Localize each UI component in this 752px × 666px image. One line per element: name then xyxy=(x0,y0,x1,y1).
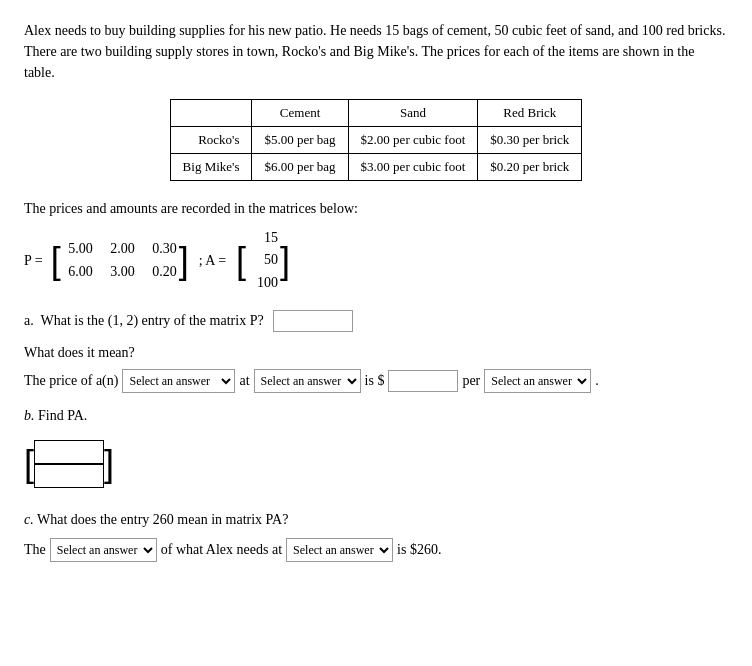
part-a-question1: a. What is the (1, 2) entry of the matri… xyxy=(24,310,728,332)
A-31: 100 xyxy=(248,272,278,294)
part-b: b. Find PA. [ ] xyxy=(24,405,728,504)
part-c-middle: of what Alex needs at xyxy=(161,542,282,558)
bigmikes-brick: $0.20 per brick xyxy=(478,154,582,181)
matrix-A-row1: 15 xyxy=(248,227,278,249)
part-c-label: c. xyxy=(24,512,34,527)
header-redbrick: Red Brick xyxy=(478,100,582,127)
select-item-type[interactable]: Select an answer bag of cement cubic foo… xyxy=(122,369,235,393)
rockos-sand: $2.00 per cubic foot xyxy=(348,127,478,154)
part-b-label: b. xyxy=(24,408,35,423)
price-table: Cement Sand Red Brick Rocko's $5.00 per … xyxy=(170,99,583,181)
P-12: 2.00 xyxy=(105,238,135,260)
part-c-answer-row: The Select an answer total cost price am… xyxy=(24,538,728,562)
part-c: c. What does the entry 260 mean in matri… xyxy=(24,512,728,562)
part-a-answer-row: The price of a(n) Select an answer bag o… xyxy=(24,369,728,393)
header-sand: Sand xyxy=(348,100,478,127)
select-unit[interactable]: Select an answer bag cubic foot brick xyxy=(484,369,591,393)
store-rockos: Rocko's xyxy=(170,127,252,154)
answer-period: . xyxy=(595,373,599,389)
answer-at: at xyxy=(239,373,249,389)
answer-is: is $ xyxy=(365,373,385,389)
bracket-left-A: [ xyxy=(236,243,246,279)
matrices-intro: The prices and amounts are recorded in t… xyxy=(24,201,728,217)
part-a-answer-input[interactable] xyxy=(273,310,353,332)
A-11: 15 xyxy=(248,227,278,249)
bracket-right-A: ] xyxy=(280,243,290,279)
part-b-question: b. Find PA. xyxy=(24,405,728,426)
P-22: 3.00 xyxy=(105,261,135,283)
part-a-label: a. xyxy=(24,313,34,328)
select-store-c[interactable]: Select an answer Rocko's Big Mike's xyxy=(286,538,393,562)
matrix-A-row2: 50 xyxy=(248,249,278,271)
pa-row2 xyxy=(34,464,104,488)
pa-content xyxy=(34,440,104,488)
rockos-brick: $0.30 per brick xyxy=(478,127,582,154)
bigmikes-cement: $6.00 per bag xyxy=(252,154,348,181)
P-11: 5.00 xyxy=(63,238,93,260)
part-c-suffix: is $260. xyxy=(397,542,441,558)
answer-prefix: The price of a(n) xyxy=(24,373,118,389)
matrix-display: P = [ 5.00 2.00 0.30 6.00 3.00 0.20 ] ; … xyxy=(24,227,728,294)
bracket-right-pa: ] xyxy=(104,446,114,482)
P-21: 6.00 xyxy=(63,261,93,283)
select-cost-type[interactable]: Select an answer total cost price amount xyxy=(50,538,157,562)
bigmikes-sand: $3.00 per cubic foot xyxy=(348,154,478,181)
intro-paragraph: Alex needs to buy building supplies for … xyxy=(24,20,728,83)
matrix-P-row1: 5.00 2.00 0.30 xyxy=(63,238,177,260)
A-21: 50 xyxy=(248,249,278,271)
part-a-price-input[interactable] xyxy=(388,370,458,392)
select-store[interactable]: Select an answer Rocko's Big Mike's xyxy=(254,369,361,393)
matrix-P: [ 5.00 2.00 0.30 6.00 3.00 0.20 ] xyxy=(51,238,189,283)
matrix-P-content: 5.00 2.00 0.30 6.00 3.00 0.20 xyxy=(63,238,177,283)
part-c-question: c. What does the entry 260 mean in matri… xyxy=(24,512,728,528)
matrix-A-label: ; A = xyxy=(199,253,226,269)
pa-matrix: [ ] xyxy=(24,440,114,488)
P-13: 0.30 xyxy=(147,238,177,260)
bracket-right-P: ] xyxy=(179,243,189,279)
matrix-A: [ 15 50 100 ] xyxy=(236,227,290,294)
pa-row1 xyxy=(34,440,104,464)
matrix-A-content: 15 50 100 xyxy=(248,227,278,294)
part-a: a. What is the (1, 2) entry of the matri… xyxy=(24,310,728,393)
rockos-cement: $5.00 per bag xyxy=(252,127,348,154)
part-c-prefix: The xyxy=(24,542,46,558)
matrix-A-row3: 100 xyxy=(248,272,278,294)
pa-cell-11[interactable] xyxy=(34,440,104,464)
bracket-left-pa: [ xyxy=(24,446,34,482)
store-bigmikes: Big Mike's xyxy=(170,154,252,181)
answer-per: per xyxy=(462,373,480,389)
header-cement: Cement xyxy=(252,100,348,127)
matrix-P-label: P = xyxy=(24,253,43,269)
bracket-left-P: [ xyxy=(51,243,61,279)
part-a-question2: What does it mean? xyxy=(24,342,728,363)
part-a-label-text xyxy=(34,313,38,328)
pa-cell-21[interactable] xyxy=(34,464,104,488)
matrix-P-row2: 6.00 3.00 0.20 xyxy=(63,261,177,283)
P-23: 0.20 xyxy=(147,261,177,283)
